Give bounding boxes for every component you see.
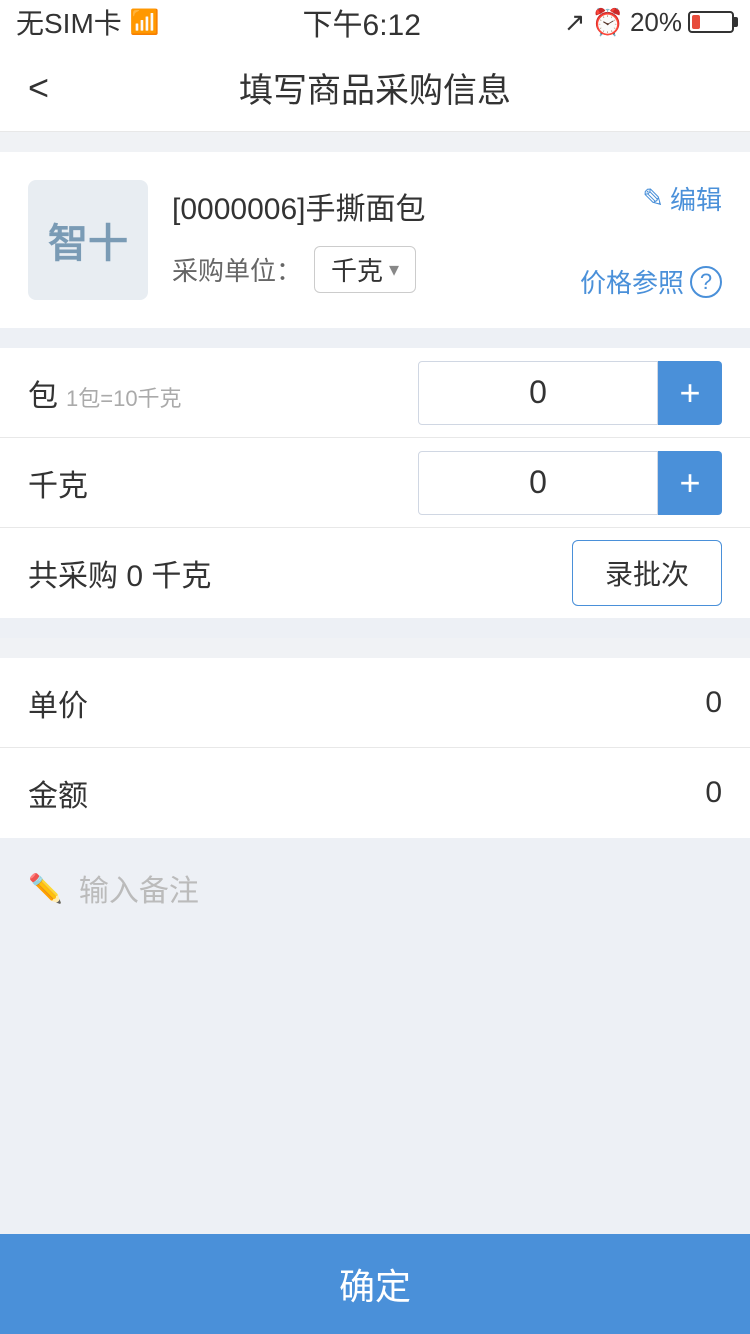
edit-icon: ✎	[642, 183, 664, 214]
batch-button[interactable]: 录批次	[572, 540, 722, 606]
bag-input-right: 0 +	[182, 361, 722, 425]
price-section: 单价 0 金额 0	[0, 658, 750, 838]
product-card: 智十 [0000006]手撕面包 采购单位： 千克 ▾ ✎ 编辑 价格参照 ?	[0, 152, 750, 328]
status-left: 无SIM卡 📶	[16, 2, 160, 42]
bag-plus-button[interactable]: +	[658, 361, 722, 425]
product-logo-text: 智十	[48, 211, 128, 269]
page-title: 填写商品采购信息	[239, 63, 511, 112]
remark-section[interactable]: ✏️ 输入备注	[0, 838, 750, 938]
kg-input-right: 0 +	[148, 451, 722, 515]
empty-space	[0, 938, 750, 1258]
remark-placeholder: 输入备注	[79, 866, 199, 910]
unit-label: 采购单位：	[172, 251, 302, 288]
help-icon: ?	[690, 266, 722, 298]
chevron-down-icon: ▾	[389, 257, 399, 282]
summary-row: 共采购 0 千克 录批次	[0, 528, 750, 618]
battery-indicator	[688, 11, 734, 33]
nav-bar: < 填写商品采购信息	[0, 44, 750, 132]
unit-price-value: 0	[705, 686, 722, 720]
bag-number-input[interactable]: 0	[418, 361, 658, 425]
bag-input-row: 包1包=10千克 0 +	[0, 348, 750, 438]
carrier-text: 无SIM卡	[16, 2, 122, 42]
kg-label: 千克	[28, 461, 148, 505]
section-divider-1	[0, 328, 750, 348]
price-ref-label: 价格参照	[580, 263, 684, 300]
product-image: 智十	[28, 180, 148, 300]
price-ref-button[interactable]: 价格参照 ?	[580, 263, 722, 300]
status-time: 下午6:12	[303, 0, 421, 44]
confirm-button[interactable]: 确定	[0, 1234, 750, 1334]
battery-fill	[692, 15, 700, 29]
unit-price-row: 单价 0	[0, 658, 750, 748]
kg-input-row: 千克 0 +	[0, 438, 750, 528]
unit-value: 千克	[331, 251, 383, 288]
edit-label: 编辑	[670, 180, 722, 217]
kg-plus-button[interactable]: +	[658, 451, 722, 515]
alarm-icon: ⏰	[592, 7, 624, 38]
unit-price-label: 单价	[28, 681, 88, 725]
amount-row: 金额 0	[0, 748, 750, 838]
bag-label: 包1包=10千克	[28, 371, 182, 415]
back-button[interactable]: <	[28, 67, 49, 109]
edit-button[interactable]: ✎ 编辑	[642, 180, 722, 217]
bag-sub-label: 1包=10千克	[66, 386, 182, 411]
amount-value: 0	[705, 776, 722, 810]
kg-number-input[interactable]: 0	[418, 451, 658, 515]
amount-label: 金额	[28, 771, 88, 815]
battery-percent: 20%	[630, 7, 682, 38]
pencil-icon: ✏️	[28, 872, 63, 905]
location-icon: ↗	[564, 7, 586, 38]
wifi-icon: 📶	[130, 8, 160, 37]
unit-selector[interactable]: 千克 ▾	[314, 246, 416, 293]
status-bar: 无SIM卡 📶 下午6:12 ↗ ⏰ 20%	[0, 0, 750, 44]
section-divider-2	[0, 618, 750, 638]
input-section: 包1包=10千克 0 + 千克 0 +	[0, 348, 750, 528]
summary-text: 共采购 0 千克	[28, 551, 211, 595]
product-name: [0000006]手撕面包	[172, 184, 722, 228]
status-right: ↗ ⏰ 20%	[564, 7, 734, 38]
